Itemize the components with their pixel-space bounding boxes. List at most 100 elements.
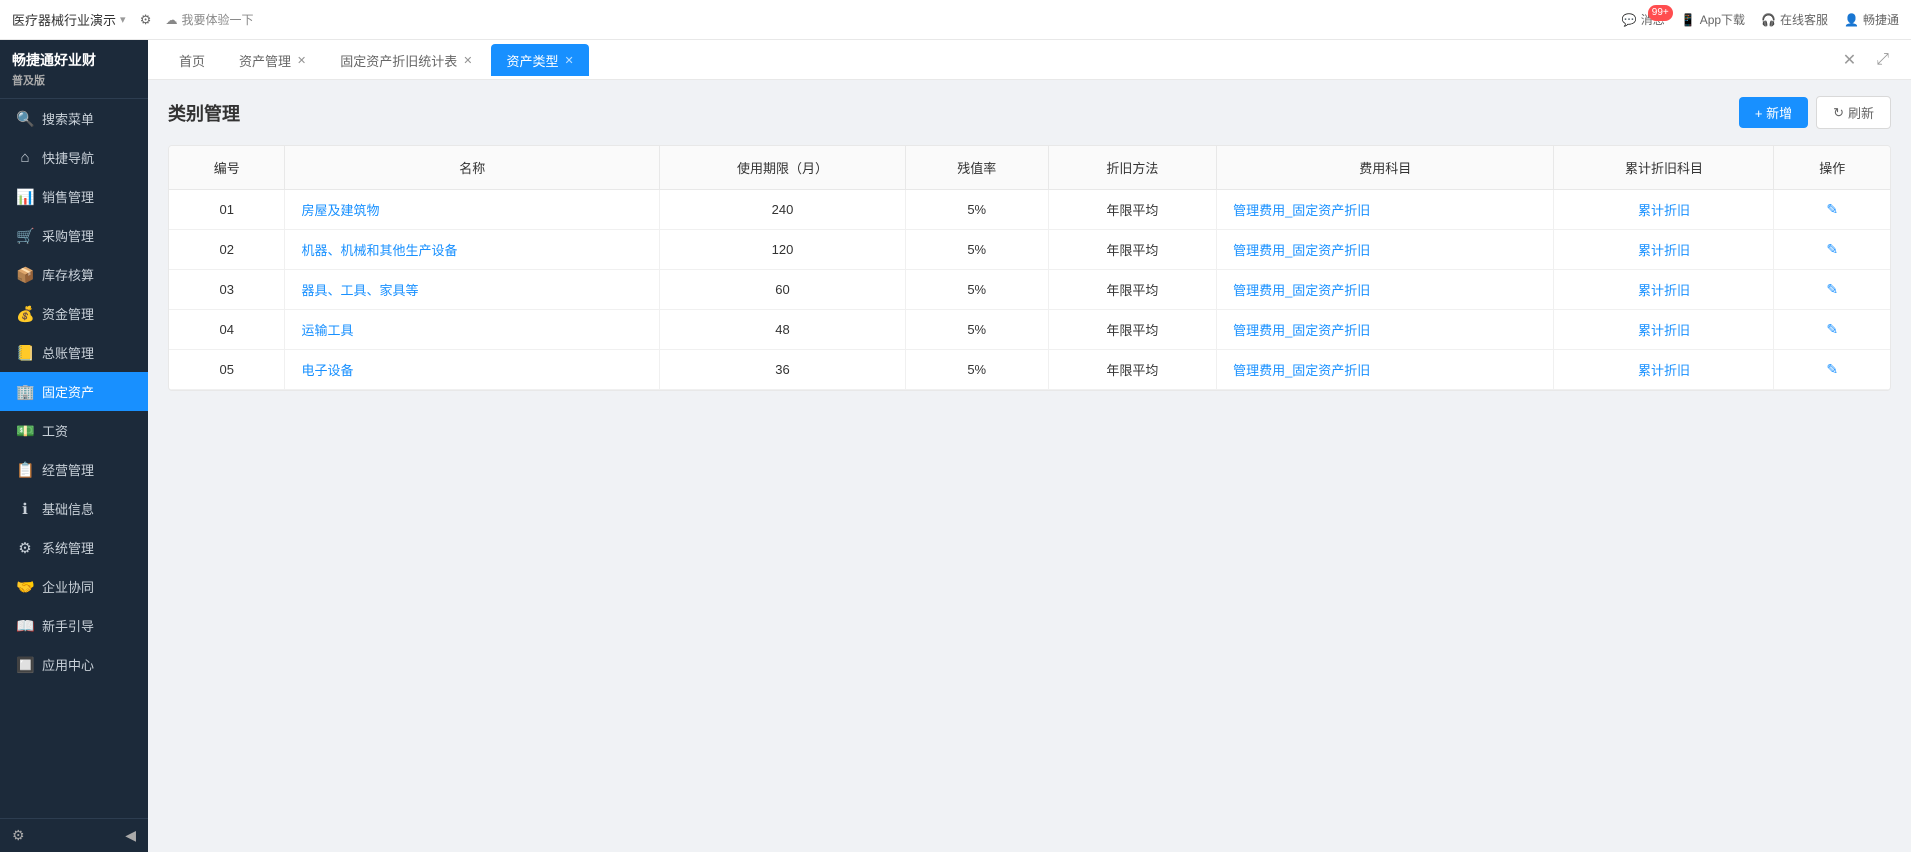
tab-depreciation-table[interactable]: 固定资产折旧统计表 ✕ [325,44,487,76]
asset-type-table: 编号名称使用期限（月）残值率折旧方法费用科目累计折旧科目操作 01房屋及建筑物2… [169,146,1890,390]
cell-accum_depreciation-3: 累计折旧 [1554,310,1774,350]
app-download-label: App下载 [1700,11,1745,28]
sidebar-item-capital[interactable]: 💰 资金管理 [0,294,148,333]
cell-code-2: 03 [169,270,285,310]
app-download-button[interactable]: 📱 App下载 [1681,11,1745,28]
topbar: 医疗器械行业演示 ▾ ⚙ ☁ 我要体验一下 💬 消息 99+ 📱 App下载 🎧… [0,0,1911,40]
col-header-useful_life: 使用期限（月） [660,146,906,190]
search-icon: 🔍 [16,110,34,128]
sidebar-item-enterprise[interactable]: 🤝 企业协同 [0,567,148,606]
tab-close-asset-management[interactable]: ✕ [297,54,306,67]
sidebar-item-quick-nav[interactable]: ⌂ 快捷导航 [0,138,148,177]
demo-arrow-icon: ▾ [120,13,126,26]
enterprise-icon: 🤝 [16,578,34,596]
sidebar-item-purchase[interactable]: 🛒 采购管理 [0,216,148,255]
cell-residual_rate-1: 5% [905,230,1048,270]
sidebar-item-inventory[interactable]: 📦 库存核算 [0,255,148,294]
ledger-icon: 📒 [16,344,34,362]
cell-accum_depreciation-0: 累计折旧 [1554,190,1774,230]
sidebar-label-payroll: 工资 [42,421,68,440]
app-icon: 📱 [1681,13,1696,27]
page-content: 类别管理 + 新增 ↻ 刷新 编号名称使用期限（月）残值率折旧方法费用科目累计折… [148,80,1911,852]
tab-close-depreciation-table[interactable]: ✕ [463,54,472,67]
sidebar-label-basic-info: 基础信息 [42,499,94,518]
maximize-button[interactable]: ⤢ [1870,49,1895,71]
cell-action-0[interactable]: ✎ [1774,190,1890,230]
logo-main: 畅捷通好业财 [12,50,136,70]
minimize-button[interactable]: ✕ [1837,48,1862,72]
sidebar-item-search[interactable]: 🔍 搜索菜单 [0,99,148,138]
payroll-icon: 💵 [16,422,34,440]
sidebar-item-payroll[interactable]: 💵 工资 [0,411,148,450]
edit-icon-4[interactable]: ✎ [1826,361,1838,377]
col-header-depreciation_method: 折旧方法 [1048,146,1216,190]
user-icon: 👤 [1844,13,1859,27]
messages-button[interactable]: 💬 消息 99+ [1622,11,1665,28]
cell-action-4[interactable]: ✎ [1774,350,1890,390]
sidebar-label-search: 搜索菜单 [42,109,94,128]
topbar-right: 💬 消息 99+ 📱 App下载 🎧 在线客服 👤 畅捷通 [1622,11,1899,28]
sidebar-footer: ⚙ ◀ [0,818,148,852]
cell-accum_depreciation-4: 累计折旧 [1554,350,1774,390]
topbar-left: 医疗器械行业演示 ▾ ⚙ ☁ 我要体验一下 [12,8,254,32]
topbar-demo[interactable]: 医疗器械行业演示 ▾ [12,10,126,29]
sidebar-item-guide[interactable]: 📖 新手引导 [0,606,148,645]
edit-icon-2[interactable]: ✎ [1826,281,1838,297]
settings-icon[interactable]: ⚙ [134,8,158,32]
cell-residual_rate-0: 5% [905,190,1048,230]
tab-asset-management[interactable]: 资产管理 ✕ [224,44,321,76]
table-row: 03器具、工具、家具等605%年限平均管理费用_固定资产折旧累计折旧✎ [169,270,1890,310]
experience-button[interactable]: ☁ 我要体验一下 [166,11,254,28]
col-header-code: 编号 [169,146,285,190]
sales-icon: 📊 [16,188,34,206]
main-layout: 畅捷通好业财 普及版 🔍 搜索菜单 ⌂ 快捷导航 📊 销售管理 🛒 采购管理 📦… [0,40,1911,852]
sidebar-collapse-icon[interactable]: ◀ [125,827,136,844]
refresh-label: 刷新 [1848,103,1874,122]
sidebar-item-sales[interactable]: 📊 销售管理 [0,177,148,216]
tab-close-asset-type[interactable]: ✕ [565,54,574,67]
cell-name-1: 机器、机械和其他生产设备 [285,230,660,270]
sidebar-item-fixed-assets[interactable]: 🏢 固定资产 [0,372,148,411]
cell-action-3[interactable]: ✎ [1774,310,1890,350]
sidebar-item-ledger[interactable]: 📒 总账管理 [0,333,148,372]
sidebar-settings-icon[interactable]: ⚙ [12,827,25,844]
online-service-button[interactable]: 🎧 在线客服 [1761,11,1828,28]
cell-useful_life-3: 48 [660,310,906,350]
cell-code-0: 01 [169,190,285,230]
user-button[interactable]: 👤 畅捷通 [1844,11,1899,28]
add-button[interactable]: + 新增 [1739,97,1808,128]
cell-depreciation_method-3: 年限平均 [1048,310,1216,350]
refresh-button[interactable]: ↻ 刷新 [1816,96,1891,129]
cell-residual_rate-2: 5% [905,270,1048,310]
sidebar: 畅捷通好业财 普及版 🔍 搜索菜单 ⌂ 快捷导航 📊 销售管理 🛒 采购管理 📦… [0,40,148,852]
table-header: 编号名称使用期限（月）残值率折旧方法费用科目累计折旧科目操作 [169,146,1890,190]
edit-icon-0[interactable]: ✎ [1826,201,1838,217]
sidebar-item-operations[interactable]: 📋 经营管理 [0,450,148,489]
sidebar-item-app-center[interactable]: 🔲 应用中心 [0,645,148,684]
cell-action-1[interactable]: ✎ [1774,230,1890,270]
sidebar-label-inventory: 库存核算 [42,265,94,284]
tab-label-asset-type: 资产类型 [506,51,558,70]
cell-code-3: 04 [169,310,285,350]
tab-label-asset-management: 资产管理 [239,51,291,70]
table-row: 05电子设备365%年限平均管理费用_固定资产折旧累计折旧✎ [169,350,1890,390]
col-header-residual_rate: 残值率 [905,146,1048,190]
user-label: 畅捷通 [1863,11,1899,28]
messages-icon: 💬 [1622,13,1637,27]
sidebar-item-system[interactable]: ⚙ 系统管理 [0,528,148,567]
window-controls: ✕ ⤢ [1837,48,1895,72]
cell-action-2[interactable]: ✎ [1774,270,1890,310]
tab-asset-type[interactable]: 资产类型 ✕ [491,44,588,76]
cell-accum_depreciation-2: 累计折旧 [1554,270,1774,310]
tab-home[interactable]: 首页 [164,44,220,76]
sidebar-label-app-center: 应用中心 [42,655,94,674]
table-row: 01房屋及建筑物2405%年限平均管理费用_固定资产折旧累计折旧✎ [169,190,1890,230]
edit-icon-3[interactable]: ✎ [1826,321,1838,337]
cell-code-1: 02 [169,230,285,270]
cell-accum_depreciation-1: 累计折旧 [1554,230,1774,270]
table-body: 01房屋及建筑物2405%年限平均管理费用_固定资产折旧累计折旧✎02机器、机械… [169,190,1890,390]
edit-icon-1[interactable]: ✎ [1826,241,1838,257]
guide-icon: 📖 [16,617,34,635]
sidebar-item-basic-info[interactable]: ℹ 基础信息 [0,489,148,528]
sidebar-label-system: 系统管理 [42,538,94,557]
